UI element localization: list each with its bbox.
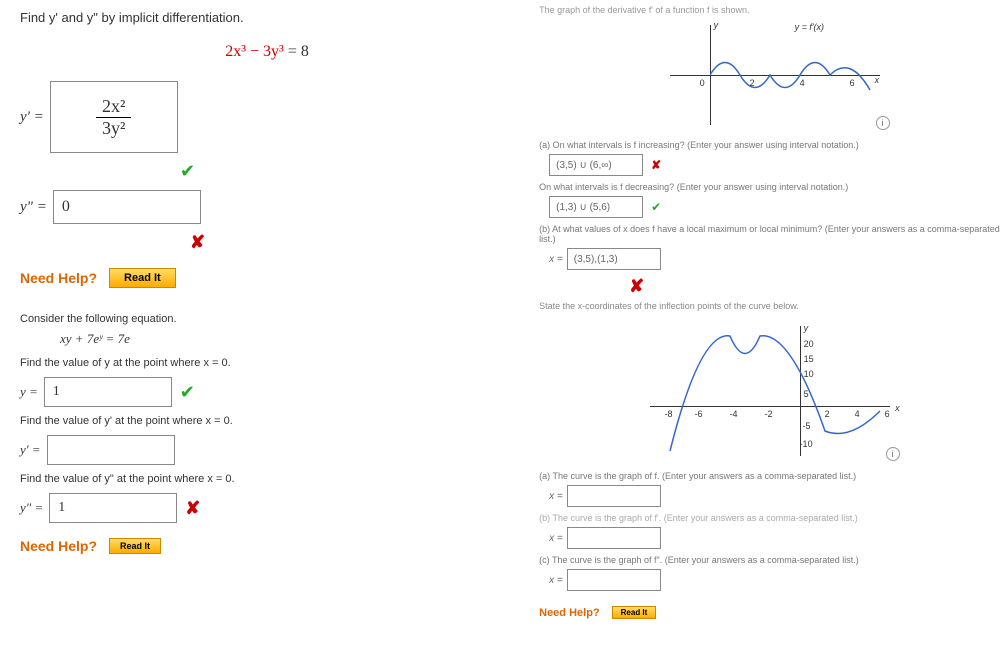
- read-it-button[interactable]: Read It: [109, 268, 176, 288]
- q2-line2: Find the value of y at the point where x…: [20, 357, 514, 369]
- qc-a-input[interactable]: [567, 485, 661, 507]
- qa2-input[interactable]: (1,3) ∪ (5,6): [549, 196, 643, 218]
- q2-ypp-input[interactable]: 1: [49, 493, 177, 523]
- read-it-button[interactable]: Read It: [612, 606, 657, 619]
- question-2: Consider the following equation. xy + 7e…: [20, 313, 514, 554]
- cross-icon: ✘: [651, 158, 661, 172]
- cross-icon: ✘: [629, 276, 1000, 297]
- ydbl-input[interactable]: 0: [53, 190, 201, 224]
- qb-text: (b) At what values of x does f have a lo…: [539, 224, 1000, 244]
- qa2-text: On what intervals is f decreasing? (Ente…: [539, 182, 1000, 192]
- qa-input[interactable]: (3,5) ∪ (6,∞): [549, 154, 643, 176]
- q1-prompt: Find y' and y" by implicit differentiati…: [20, 10, 514, 25]
- graph-2: 20 15 10 5 -8 -6 -4 -2 2 4 6 -5 -10 y x …: [640, 321, 900, 461]
- need-help-row-2: Need Help? Read It: [20, 538, 514, 554]
- ydbl-label: y" =: [20, 199, 47, 216]
- need-help-label: Need Help?: [20, 538, 97, 554]
- check-icon: ✔: [180, 161, 514, 182]
- need-help-label: Need Help?: [20, 270, 97, 286]
- inflect-text: State the x-coordinates of the inflectio…: [539, 301, 1000, 311]
- q2-y-input[interactable]: 1: [44, 377, 172, 407]
- q2-yp-input[interactable]: [47, 435, 175, 465]
- need-help-row-r: Need Help? Read It: [539, 606, 1000, 619]
- q1-equation: 2x³ − 3y³ = 8: [20, 43, 514, 61]
- q1-ydbl-row: y" = 0: [20, 190, 514, 224]
- read-it-button[interactable]: Read It: [109, 538, 161, 554]
- q2-line4: Find the value of y" at the point where …: [20, 473, 514, 485]
- qc-a: (a) The curve is the graph of f. (Enter …: [539, 471, 1000, 481]
- cross-icon: ✘: [190, 232, 514, 253]
- yprime-label: y' =: [20, 109, 44, 126]
- yprime-input[interactable]: 2x² 3y²: [50, 81, 178, 153]
- q2-line3: Find the value of y' at the point where …: [20, 415, 514, 427]
- cross-icon: ✘: [185, 498, 200, 519]
- qc-c: (c) The curve is the graph of f". (Enter…: [539, 555, 1000, 565]
- graph-1: y = f'(x) 0 2 4 6 x y i: [650, 20, 890, 130]
- r-header: The graph of the derivative f' of a func…: [539, 5, 1000, 15]
- info-icon[interactable]: i: [876, 116, 890, 130]
- q2-y-row: y = 1 ✔: [20, 377, 514, 407]
- qb-input[interactable]: (3,5),(1,3): [567, 248, 661, 270]
- qa-text: (a) On what intervals is f increasing? (…: [539, 140, 1000, 150]
- need-help-row: Need Help? Read It: [20, 268, 514, 288]
- qc-b: (b) The curve is the graph of f'. (Enter…: [539, 513, 1000, 523]
- info-icon[interactable]: i: [886, 447, 900, 461]
- q1-yprime-row: y' = 2x² 3y²: [20, 81, 514, 153]
- q2-ypp-row: y" = 1 ✘: [20, 493, 514, 523]
- check-icon: ✔: [651, 200, 661, 214]
- q2-yp-row: y' =: [20, 435, 514, 465]
- qc-c-input[interactable]: [567, 569, 661, 591]
- check-icon: ✔: [180, 382, 195, 403]
- q2-eq: xy + 7eʸ = 7e: [60, 331, 514, 347]
- double-hump-curve: [640, 321, 900, 461]
- q2-line1: Consider the following equation.: [20, 313, 514, 325]
- qc-b-input[interactable]: [567, 527, 661, 549]
- question-1: Find y' and y" by implicit differentiati…: [20, 10, 514, 288]
